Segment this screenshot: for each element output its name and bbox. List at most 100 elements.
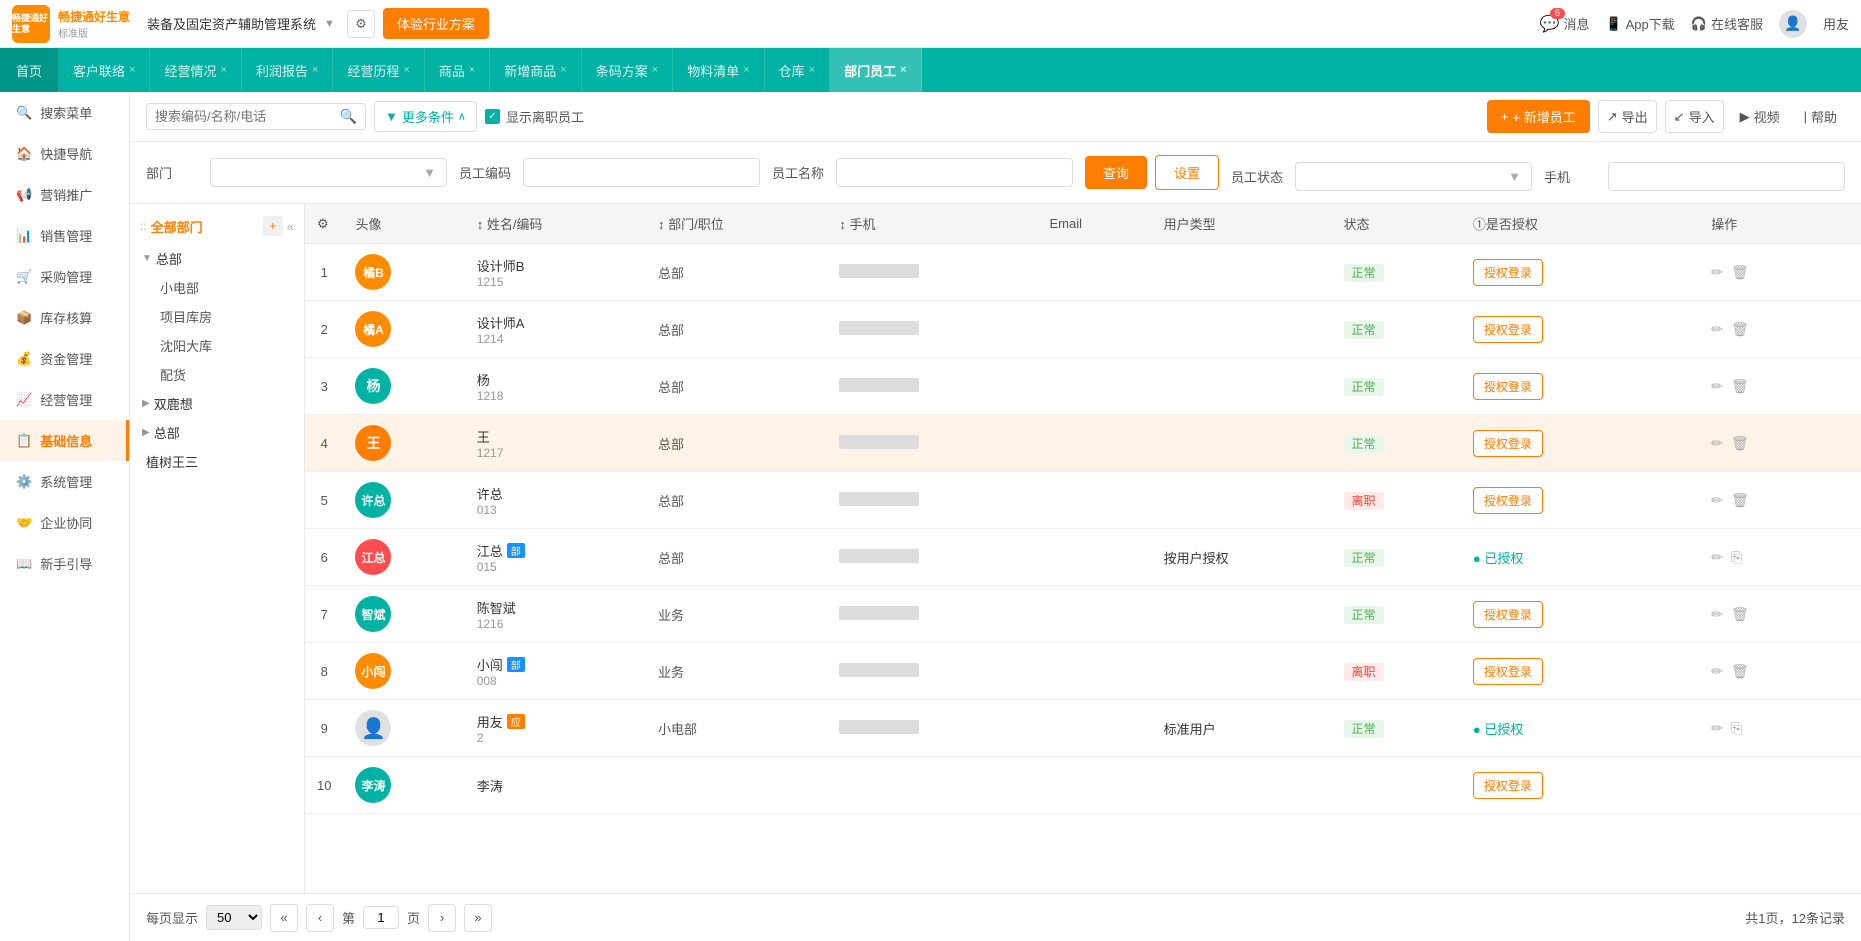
edit-icon[interactable]: ✏	[1711, 606, 1723, 623]
dept-group-zhishu[interactable]: 植树王三	[130, 447, 304, 476]
delete-icon[interactable]: 🗑	[1731, 435, 1749, 452]
delete-icon[interactable]: 🗑	[1731, 663, 1749, 680]
auth-login-btn[interactable]: 授权登录	[1473, 259, 1543, 286]
dept-sub-peihuo[interactable]: 配货	[150, 360, 304, 389]
delete-icon[interactable]: 🗑	[1731, 492, 1749, 509]
delete-icon[interactable]: 🗑	[1731, 264, 1749, 281]
per-page-select[interactable]: 50 100 200	[206, 905, 262, 930]
tab-profit[interactable]: 利润报告 ×	[242, 48, 333, 92]
tab-operations[interactable]: 经营情况 ×	[150, 48, 241, 92]
export-btn[interactable]: ↗ 导出	[1598, 100, 1657, 133]
all-depts-label[interactable]: 全部部门	[151, 217, 203, 236]
edit-icon[interactable]: ✏	[1711, 663, 1723, 680]
code-filter-input[interactable]	[523, 158, 760, 187]
video-btn[interactable]: ▶ 视频	[1732, 101, 1788, 132]
delete-icon[interactable]: 🗑	[1731, 378, 1749, 395]
name-filter-input[interactable]	[836, 158, 1073, 187]
sidebar-item-purchase[interactable]: 🛒 采购管理	[0, 256, 129, 297]
delete-icon[interactable]: 🗑	[1731, 321, 1749, 338]
sidebar-item-operation[interactable]: 📈 经营管理	[0, 379, 129, 420]
auth-login-btn[interactable]: 授权登录	[1473, 658, 1543, 685]
app-download-btn[interactable]: 📱 App下载	[1605, 14, 1674, 33]
dept-sub-xiaodian[interactable]: 小电部	[150, 273, 304, 302]
first-page-btn[interactable]: «	[270, 904, 298, 932]
tab-customer[interactable]: 客户联络 ×	[59, 48, 150, 92]
dept-collapse-btn[interactable]: «	[287, 219, 294, 234]
edit-icon[interactable]: ✏	[1711, 264, 1723, 281]
page-label: 第	[342, 908, 355, 927]
dropdown-arrow-icon[interactable]: ▼	[324, 18, 335, 30]
sidebar-item-sales[interactable]: 📊 销售管理	[0, 215, 129, 256]
query-btn[interactable]: 查询	[1085, 156, 1147, 189]
dept-group-zongbu[interactable]: ▼ 总部	[130, 244, 304, 273]
th-dept[interactable]: ↕ 部门/职位	[646, 204, 827, 244]
delete-icon[interactable]: 🗑	[1731, 606, 1749, 623]
sidebar-item-quicknav[interactable]: 🏠 快捷导航	[0, 133, 129, 174]
phone-filter-input[interactable]	[1608, 162, 1845, 191]
experience-btn[interactable]: 体验行业方案	[383, 8, 489, 39]
add-employee-btn[interactable]: + + 新增员工	[1487, 100, 1590, 133]
sidebar-item-finance[interactable]: 💰 资金管理	[0, 338, 129, 379]
sidebar-item-guide[interactable]: 📖 新手引导	[0, 543, 129, 584]
sidebar-item-system[interactable]: ⚙️ 系统管理	[0, 461, 129, 502]
tab-bom[interactable]: 物料清单 ×	[673, 48, 764, 92]
row-name: 李涛	[465, 757, 646, 814]
user-name[interactable]: 用友	[1823, 14, 1849, 33]
tab-barcode[interactable]: 条码方案 ×	[582, 48, 673, 92]
user-avatar[interactable]: 👤	[1779, 10, 1807, 38]
edit-icon[interactable]: ✏	[1711, 492, 1723, 509]
edit-icon[interactable]: ✏	[1711, 549, 1723, 566]
dept-sub-shenyang[interactable]: 沈阳大库	[150, 331, 304, 360]
auth-login-btn[interactable]: 授权登录	[1473, 373, 1543, 400]
prev-page-btn[interactable]: ‹	[306, 904, 334, 932]
more-filter-btn[interactable]: ▼ 更多条件 ∧	[374, 101, 477, 132]
dept-sub-xiangmu[interactable]: 项目库房	[150, 302, 304, 331]
show-resigned-toggle[interactable]: ✓ 显示离职员工	[485, 107, 584, 126]
auth-login-btn[interactable]: 授权登录	[1473, 430, 1543, 457]
online-service-btn[interactable]: 🎧 在线客服	[1691, 14, 1763, 33]
auth-login-btn[interactable]: 授权登录	[1473, 601, 1543, 628]
status-filter-select[interactable]: ▼	[1295, 162, 1532, 191]
tab-home[interactable]: 首页	[0, 48, 59, 92]
th-settings[interactable]: ⚙	[305, 204, 343, 244]
tab-dept-staff[interactable]: 部门员工 ×	[830, 48, 921, 92]
next-page-btn[interactable]: ›	[428, 904, 456, 932]
dept-filter-select[interactable]: ▼	[210, 158, 447, 187]
tab-add-goods[interactable]: 新增商品 ×	[490, 48, 581, 92]
copy-icon[interactable]: ⎘	[1731, 549, 1742, 566]
settings-btn[interactable]: ⚙	[347, 10, 375, 38]
dept-select-arrow-icon: ▼	[423, 165, 436, 180]
sidebar-item-collab[interactable]: 🤝 企业协同	[0, 502, 129, 543]
tab-goods[interactable]: 商品 ×	[425, 48, 490, 92]
dept-group-zongbu2[interactable]: ▶ 总部	[130, 418, 304, 447]
copy-icon[interactable]: ⎘	[1731, 720, 1742, 737]
import-btn[interactable]: ↙ 导入	[1665, 100, 1724, 133]
search-input-wrap[interactable]: 🔍	[146, 103, 366, 130]
th-phone[interactable]: ↕ 手机	[827, 204, 1037, 244]
edit-icon[interactable]: ✏	[1711, 720, 1723, 737]
page-number-input[interactable]	[363, 906, 399, 929]
dept-add-icon-btn[interactable]: +	[263, 216, 283, 236]
auth-login-btn[interactable]: 授权登录	[1473, 316, 1543, 343]
sidebar-item-marketing[interactable]: 📢 营销推广	[0, 174, 129, 215]
auth-login-btn[interactable]: 授权登录	[1473, 772, 1543, 799]
sidebar-item-inventory[interactable]: 📦 库存核算	[0, 297, 129, 338]
search-input[interactable]	[155, 109, 336, 124]
message-btn[interactable]: 💬 6 消息	[1540, 14, 1590, 34]
edit-icon[interactable]: ✏	[1711, 435, 1723, 452]
edit-icon[interactable]: ✏	[1711, 378, 1723, 395]
tab-history[interactable]: 经营历程 ×	[333, 48, 424, 92]
edit-icon[interactable]: ✏	[1711, 321, 1723, 338]
dept-group-shuanglu[interactable]: ▶ 双鹿想	[130, 389, 304, 418]
help-btn[interactable]: | 帮助	[1796, 101, 1845, 132]
th-name[interactable]: ↕ 姓名/编码	[465, 204, 646, 244]
tab-warehouse[interactable]: 仓库 ×	[765, 48, 830, 92]
set-btn[interactable]: 设置	[1155, 155, 1219, 190]
last-page-btn[interactable]: »	[464, 904, 492, 932]
row-auth: 授权登录	[1461, 472, 1651, 529]
auth-login-btn[interactable]: 授权登录	[1473, 487, 1543, 514]
sidebar-item-basic[interactable]: 📋 基础信息	[0, 420, 129, 461]
th-status: 状态	[1332, 204, 1461, 244]
row-phone	[827, 472, 1037, 529]
sidebar-item-search[interactable]: 🔍 搜索菜单	[0, 92, 129, 133]
